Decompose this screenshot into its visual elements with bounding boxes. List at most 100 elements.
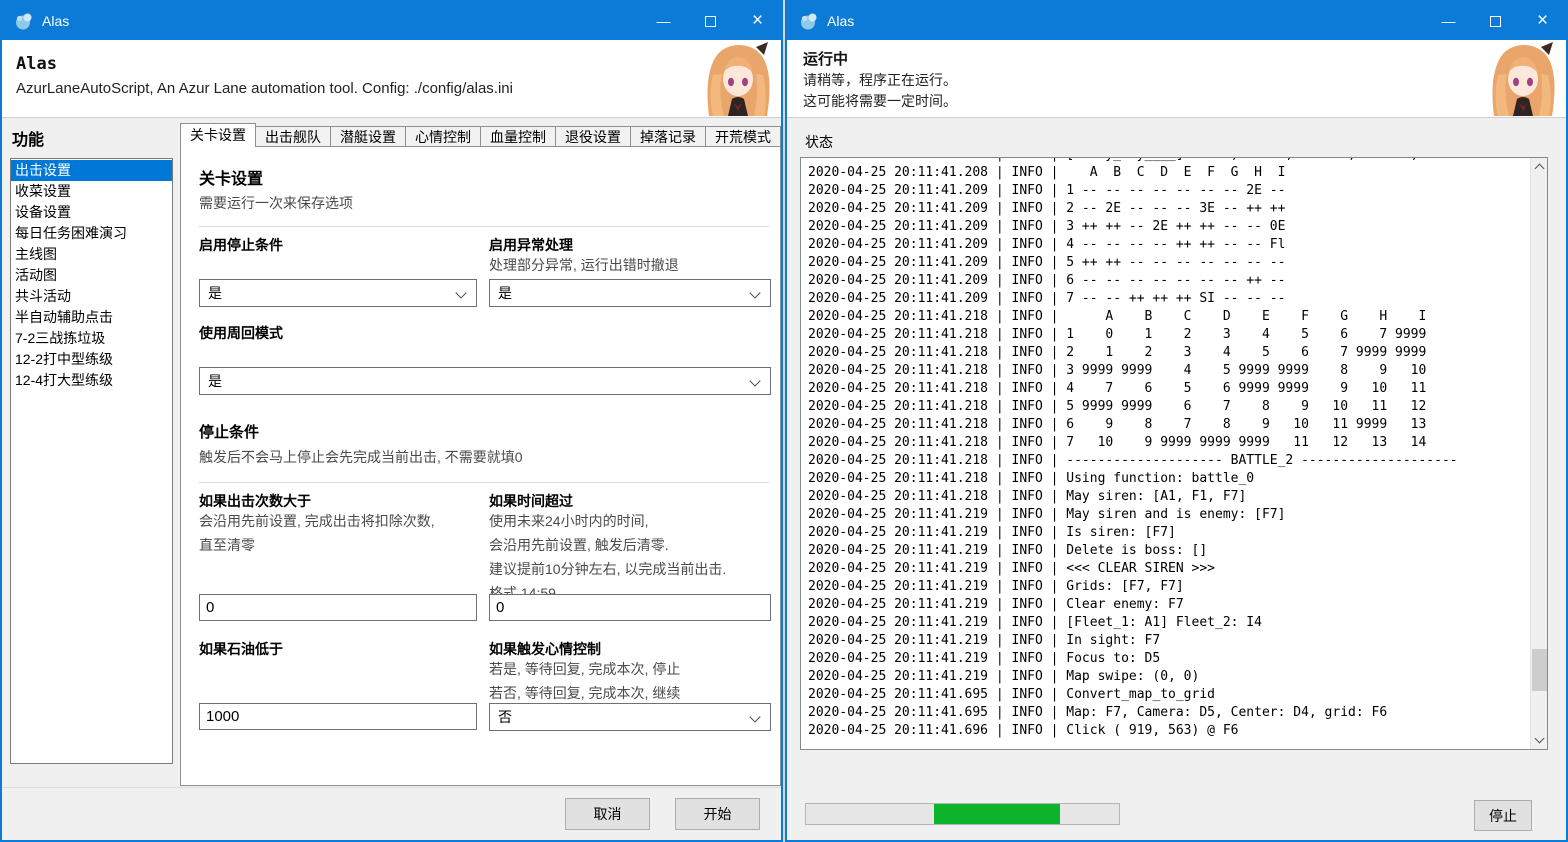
maximize-button[interactable] — [1472, 2, 1519, 40]
if-time-desc: 使用未来24小时内的时间, 会沿用先前设置, 触发后清零. 建议提前10分钟左右… — [489, 509, 726, 605]
loop-mode-label: 使用周回模式 — [199, 323, 283, 343]
close-icon: × — [1537, 10, 1548, 32]
tab-item[interactable]: 血量控制 — [481, 126, 556, 147]
close-icon: × — [752, 10, 763, 32]
minimize-button[interactable]: — — [1425, 2, 1472, 40]
tab-item[interactable]: 心情控制 — [406, 126, 481, 147]
tab-item[interactable]: 掉落记录 — [631, 126, 706, 147]
if-count-desc: 会沿用先前设置, 完成出击将扣除次数, 直至清零 — [199, 509, 435, 557]
page-subtitle: AzurLaneAutoScript, An Azur Lane automat… — [16, 80, 513, 97]
chevron-up-icon — [1535, 164, 1545, 174]
sidebar-item[interactable]: 出击设置 — [11, 160, 172, 181]
enable-exception-value: 是 — [498, 283, 512, 303]
cancel-button[interactable]: 取消 — [565, 798, 650, 830]
enable-stop-select[interactable]: 是 — [199, 279, 477, 307]
if-emotion-label: 如果触发心情控制 — [489, 639, 601, 659]
caption-buttons: — × — [640, 2, 781, 40]
close-button[interactable]: × — [734, 2, 781, 40]
tab-item[interactable]: 出击舰队 — [256, 126, 331, 147]
titlebar[interactable]: Alas — × — [787, 2, 1566, 40]
divider — [199, 482, 769, 483]
scroll-up-button[interactable] — [1531, 158, 1548, 175]
section-heading: 关卡设置 — [199, 165, 263, 189]
tab-item[interactable]: 开荒模式 — [706, 126, 781, 147]
avatar — [701, 41, 775, 116]
scrollbar-thumb[interactable] — [1532, 649, 1547, 691]
enable-stop-label: 启用停止条件 — [199, 235, 283, 255]
tab-panel: 关卡设置 需要运行一次来保存选项 启用停止条件 启用异常处理 处理部分异常, 运… — [180, 146, 781, 786]
enable-exception-label: 启用异常处理 — [489, 235, 573, 255]
enable-exception-desc: 处理部分异常, 运行出错时撤退 — [489, 253, 679, 277]
window-title: Alas — [827, 13, 854, 29]
sidebar-item[interactable]: 12-2打中型练级 — [11, 349, 172, 370]
desktop: Alas — × Alas AzurLaneAutoScript, An Azu… — [0, 0, 1568, 842]
sidebar-item[interactable]: 半自动辅助点击 — [11, 307, 172, 328]
left-footer: 取消 开始 — [2, 787, 781, 840]
loop-mode-value: 是 — [208, 371, 222, 391]
log-scrollbar[interactable] — [1530, 158, 1547, 749]
window-header: 运行中 请稍等，程序正在运行。 这可能将需要一定时间。 — [787, 40, 1566, 118]
if-emotion-desc: 若是, 等待回复, 完成本次, 停止 若否, 等待回复, 完成本次, 继续 — [489, 657, 680, 705]
chevron-down-icon — [749, 287, 760, 298]
app-icon — [799, 11, 819, 31]
sidebar-item[interactable]: 共斗活动 — [11, 286, 172, 307]
runner-body: 状态 2020-04-25 20:11:41.208 | INFO | [ene… — [787, 118, 1566, 840]
sidebar-heading: 功能 — [12, 126, 44, 150]
if-emotion-select[interactable]: 否 — [489, 703, 771, 731]
maximize-icon — [705, 16, 716, 27]
log-text: 2020-04-25 20:11:41.208 | INFO | [enemy_… — [808, 157, 1527, 740]
if-time-input[interactable] — [489, 594, 771, 621]
sidebar-item[interactable]: 12-4打大型练级 — [11, 370, 172, 391]
divider — [199, 226, 769, 227]
stop-button[interactable]: 停止 — [1474, 800, 1532, 831]
sidebar-item[interactable]: 主线图 — [11, 244, 172, 265]
config-window: Alas — × Alas AzurLaneAutoScript, An Azu… — [0, 0, 783, 842]
sidebar-list: 出击设置收菜设置设备设置每日任务困难演习主线图活动图共斗活动半自动辅助点击7-2… — [10, 158, 173, 764]
page-title: Alas — [16, 54, 57, 74]
enable-stop-value: 是 — [208, 283, 222, 303]
if-count-input[interactable] — [199, 594, 477, 621]
scroll-down-button[interactable] — [1531, 732, 1548, 749]
running-title: 运行中 — [803, 48, 848, 69]
minimize-button[interactable]: — — [640, 2, 687, 40]
sidebar-item[interactable]: 设备设置 — [11, 202, 172, 223]
titlebar[interactable]: Alas — × — [2, 2, 781, 40]
chevron-down-icon — [1535, 734, 1545, 744]
config-body: 功能 出击设置收菜设置设备设置每日任务困难演习主线图活动图共斗活动半自动辅助点击… — [2, 118, 781, 840]
sidebar-item[interactable]: 每日任务困难演习 — [11, 223, 172, 244]
tab-item[interactable]: 潜艇设置 — [331, 126, 406, 147]
if-count-label: 如果出击次数大于 — [199, 491, 311, 511]
caption-buttons: — × — [1425, 2, 1566, 40]
enable-exception-select[interactable]: 是 — [489, 279, 771, 307]
runner-window: Alas — × 运行中 请稍等，程序正在运行。 这可能将需要一定时间。 — [785, 0, 1568, 842]
chevron-down-icon — [749, 375, 760, 386]
loop-mode-select[interactable]: 是 — [199, 367, 771, 395]
app-icon — [14, 11, 34, 31]
sidebar-item[interactable]: 收菜设置 — [11, 181, 172, 202]
maximize-button[interactable] — [687, 2, 734, 40]
tab-item[interactable]: 退役设置 — [556, 126, 631, 147]
avatar — [1486, 41, 1560, 116]
if-emotion-value: 否 — [498, 707, 512, 727]
minimize-icon: — — [657, 13, 671, 29]
stop-condition-desc: 触发后不会马上停止会先完成当前出击, 不需要就填0 — [199, 445, 523, 469]
minimize-icon: — — [1442, 13, 1456, 29]
start-button[interactable]: 开始 — [675, 798, 760, 830]
progress-bar — [805, 803, 1120, 825]
sidebar-item[interactable]: 7-2三战拣垃圾 — [11, 328, 172, 349]
running-message: 请稍等，程序正在运行。 这可能将需要一定时间。 — [803, 70, 957, 112]
close-button[interactable]: × — [1519, 2, 1566, 40]
status-label: 状态 — [805, 132, 833, 152]
stop-condition-heading: 停止条件 — [199, 421, 259, 442]
tab-active[interactable]: 关卡设置 — [180, 123, 256, 147]
sidebar-item[interactable]: 活动图 — [11, 265, 172, 286]
window-title: Alas — [42, 13, 69, 29]
tab-bar: 关卡设置出击舰队潜艇设置心情控制血量控制退役设置掉落记录开荒模式 — [180, 123, 781, 147]
maximize-icon — [1490, 16, 1501, 27]
log-box: 2020-04-25 20:11:41.208 | INFO | [enemy_… — [800, 157, 1548, 750]
if-oil-input[interactable] — [199, 703, 477, 730]
section-subheading: 需要运行一次来保存选项 — [199, 193, 353, 213]
if-time-label: 如果时间超过 — [489, 491, 573, 511]
window-header: Alas AzurLaneAutoScript, An Azur Lane au… — [2, 40, 781, 118]
chevron-down-icon — [455, 287, 466, 298]
